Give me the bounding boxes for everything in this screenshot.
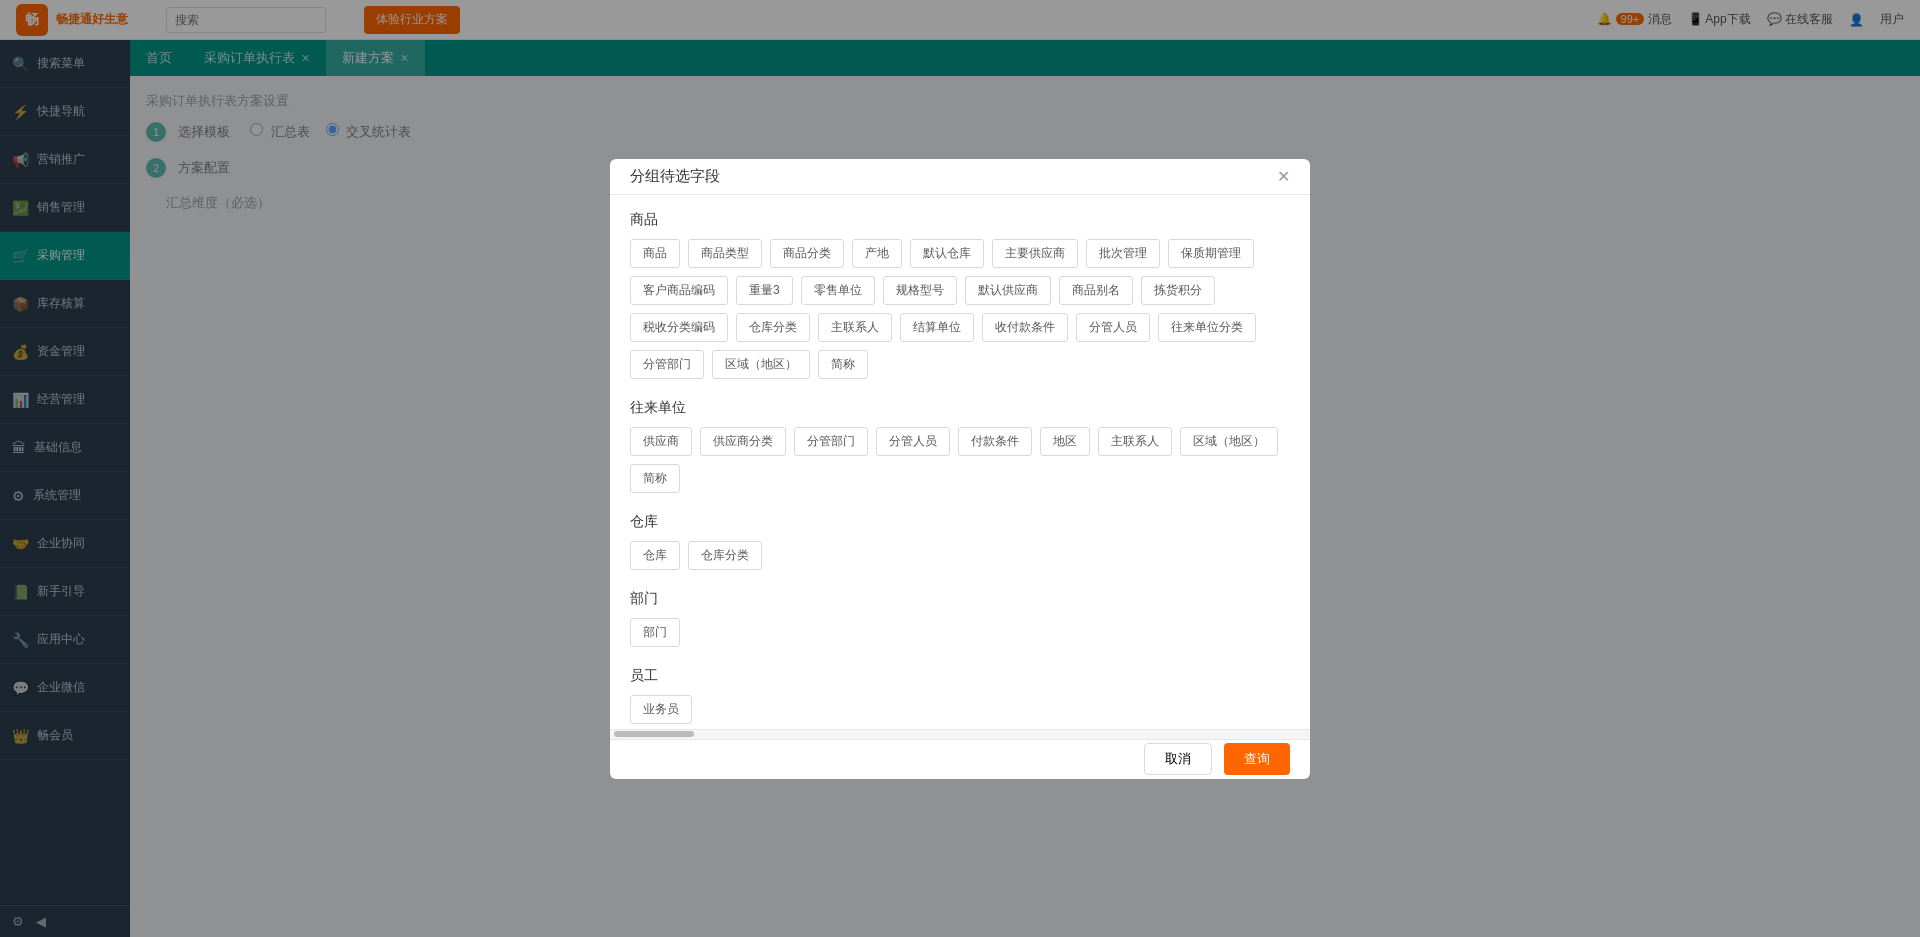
field-origin[interactable]: 产地 <box>852 239 902 268</box>
field-supplier-category[interactable]: 供应商分类 <box>700 427 786 456</box>
modal-title: 分组待选字段 <box>630 167 720 186</box>
field-tax-code[interactable]: 税收分类编码 <box>630 313 728 342</box>
field-product-alias[interactable]: 商品别名 <box>1059 276 1133 305</box>
field-supplier[interactable]: 供应商 <box>630 427 692 456</box>
dept-fields: 部门 <box>630 618 1290 647</box>
field-area[interactable]: 地区 <box>1040 427 1090 456</box>
field-region[interactable]: 区域（地区） <box>712 350 810 379</box>
field-customer-code[interactable]: 客户商品编码 <box>630 276 728 305</box>
field-department[interactable]: 部门 <box>630 618 680 647</box>
modal-hscrollbar <box>610 729 1310 738</box>
field-product-category[interactable]: 商品分类 <box>770 239 844 268</box>
section-product-title: 商品 <box>630 211 1290 229</box>
field-warehouse[interactable]: 仓库 <box>630 541 680 570</box>
field-shelf-life[interactable]: 保质期管理 <box>1168 239 1254 268</box>
field-partner-category[interactable]: 往来单位分类 <box>1158 313 1256 342</box>
field-region2[interactable]: 区域（地区） <box>1180 427 1278 456</box>
cancel-button[interactable]: 取消 <box>1144 743 1212 775</box>
field-warehouse-category[interactable]: 仓库分类 <box>736 313 810 342</box>
field-payment-terms[interactable]: 收付款条件 <box>982 313 1068 342</box>
product-fields: 商品 商品类型 商品分类 产地 默认仓库 主要供应商 批次管理 保质期管理 客户… <box>630 239 1290 379</box>
field-main-contact2[interactable]: 主联系人 <box>1098 427 1172 456</box>
modal-close-icon[interactable]: ✕ <box>1277 167 1290 186</box>
modal-overlay: 分组待选字段 ✕ 商品 商品 商品类型 商品分类 产地 默认仓库 主要供应商 批… <box>0 0 1920 937</box>
field-payment-cond[interactable]: 付款条件 <box>958 427 1032 456</box>
field-mgmt-dept[interactable]: 分管部门 <box>794 427 868 456</box>
field-batch-mgmt[interactable]: 批次管理 <box>1086 239 1160 268</box>
field-default-warehouse[interactable]: 默认仓库 <box>910 239 984 268</box>
field-warehouse-cat[interactable]: 仓库分类 <box>688 541 762 570</box>
field-retail-unit[interactable]: 零售单位 <box>801 276 875 305</box>
field-mgmt-person[interactable]: 分管人员 <box>876 427 950 456</box>
field-main-contact[interactable]: 主联系人 <box>818 313 892 342</box>
confirm-button[interactable]: 查询 <box>1224 743 1290 775</box>
field-main-supplier[interactable]: 主要供应商 <box>992 239 1078 268</box>
field-dept[interactable]: 分管部门 <box>630 350 704 379</box>
section-employee: 员工 业务员 <box>630 667 1290 724</box>
partner-fields: 供应商 供应商分类 分管部门 分管人员 付款条件 地区 主联系人 区域（地区） … <box>630 427 1290 493</box>
section-partner-title: 往来单位 <box>630 399 1290 417</box>
field-short-name[interactable]: 简称 <box>818 350 868 379</box>
warehouse-fields: 仓库 仓库分类 <box>630 541 1290 570</box>
field-sales-person[interactable]: 业务员 <box>630 695 692 724</box>
field-default-supplier[interactable]: 默认供应商 <box>965 276 1051 305</box>
field-product[interactable]: 商品 <box>630 239 680 268</box>
employee-fields: 业务员 <box>630 695 1290 724</box>
section-product: 商品 商品 商品类型 商品分类 产地 默认仓库 主要供应商 批次管理 保质期管理… <box>630 211 1290 379</box>
field-spec-model[interactable]: 规格型号 <box>883 276 957 305</box>
section-warehouse-title: 仓库 <box>630 513 1290 531</box>
section-warehouse: 仓库 仓库 仓库分类 <box>630 513 1290 570</box>
section-dept-title: 部门 <box>630 590 1290 608</box>
modal-footer: 取消 查询 <box>610 739 1310 779</box>
section-partner: 往来单位 供应商 供应商分类 分管部门 分管人员 付款条件 地区 主联系人 区域… <box>630 399 1290 493</box>
field-settlement-unit[interactable]: 结算单位 <box>900 313 974 342</box>
hscroll-thumb[interactable] <box>614 731 694 737</box>
modal: 分组待选字段 ✕ 商品 商品 商品类型 商品分类 产地 默认仓库 主要供应商 批… <box>610 159 1310 779</box>
modal-header: 分组待选字段 ✕ <box>610 159 1310 196</box>
field-product-type[interactable]: 商品类型 <box>688 239 762 268</box>
field-short-name2[interactable]: 简称 <box>630 464 680 493</box>
field-supervisor[interactable]: 分管人员 <box>1076 313 1150 342</box>
section-dept: 部门 部门 <box>630 590 1290 647</box>
section-employee-title: 员工 <box>630 667 1290 685</box>
field-pick-points[interactable]: 拣货积分 <box>1141 276 1215 305</box>
modal-body: 商品 商品 商品类型 商品分类 产地 默认仓库 主要供应商 批次管理 保质期管理… <box>610 195 1310 729</box>
field-weight[interactable]: 重量3 <box>736 276 793 305</box>
